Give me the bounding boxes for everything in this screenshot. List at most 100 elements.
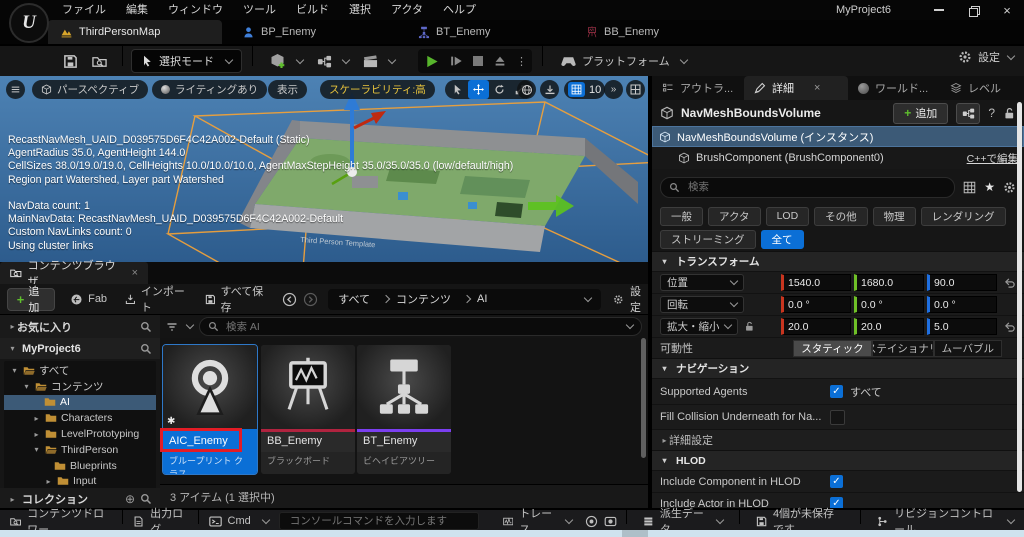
chip-lod[interactable]: LOD xyxy=(765,206,810,226)
frame-skip-button[interactable] xyxy=(445,49,467,73)
asset-search-input[interactable] xyxy=(224,319,616,334)
help-icon[interactable]: ? xyxy=(988,106,995,120)
blueprints-dropdown[interactable] xyxy=(310,49,356,73)
select-mode-dropdown[interactable]: 選択モード xyxy=(131,49,242,73)
location-dropdown[interactable]: 位置 xyxy=(660,274,744,291)
tree-item-thirdperson[interactable]: ▾ ThirdPerson xyxy=(4,442,156,458)
unsaved-changes-button[interactable]: 4個が未保存です xyxy=(746,508,854,536)
tab-bp-enemy[interactable]: BP_Enemy xyxy=(230,20,398,44)
chip-general[interactable]: 一般 xyxy=(660,206,703,226)
mobility-movable[interactable]: ムーバブル xyxy=(933,339,1002,357)
section-transform[interactable]: ▾ トランスフォーム xyxy=(652,251,1024,271)
asset-grid-scrollbar[interactable] xyxy=(641,338,646,458)
favorites-star-icon[interactable]: ★ xyxy=(984,180,995,194)
details-search-input[interactable] xyxy=(686,180,947,194)
menu-window[interactable]: ウィンドウ xyxy=(158,0,233,20)
breadcrumb-ai[interactable]: AI xyxy=(477,293,487,305)
filter-dropdown[interactable] xyxy=(166,320,195,333)
level-viewport[interactable]: Third Person Template RecastNavMesh_UAID… xyxy=(0,76,648,262)
menu-actor[interactable]: アクタ xyxy=(381,0,433,20)
unreal-logo[interactable]: U xyxy=(9,3,49,43)
asset-search-box[interactable] xyxy=(199,317,642,336)
asset-tile-bb-enemy[interactable]: BB_Enemy ブラックボード xyxy=(261,345,355,474)
scale-z-field[interactable]: 5.0 xyxy=(927,318,997,335)
play-button[interactable] xyxy=(420,49,443,73)
add-collection-icon[interactable]: ⊕ xyxy=(125,492,135,506)
tree-search-icon[interactable] xyxy=(140,343,152,355)
scale-lock-icon[interactable] xyxy=(744,321,755,332)
tab-thirdpersonmap[interactable]: ThirdPersonMap xyxy=(48,20,222,44)
console-command-input[interactable] xyxy=(287,514,470,528)
component-row-brush[interactable]: BrushComponent (BrushComponent0) C++で編集 xyxy=(652,147,1024,169)
browse-content-button[interactable] xyxy=(85,49,114,73)
details-settings-icon[interactable] xyxy=(1003,181,1016,194)
chip-streaming[interactable]: ストリーミング xyxy=(660,229,756,249)
rotation-x-field[interactable]: 0.0 ° xyxy=(781,296,851,313)
minimize-button[interactable] xyxy=(922,0,956,20)
section-navigation[interactable]: ▾ ナビゲーション xyxy=(652,358,1024,378)
asset-tile-bt-enemy[interactable]: BT_Enemy ビヘイビアツリー xyxy=(357,345,451,474)
tab-bb-enemy[interactable]: BB_Enemy xyxy=(574,20,734,44)
cinematics-dropdown[interactable] xyxy=(356,49,402,73)
import-button[interactable]: インポート xyxy=(118,286,194,314)
location-z-field[interactable]: 90.0 xyxy=(927,274,997,291)
menu-tools[interactable]: ツール xyxy=(233,0,286,20)
derived-data-dropdown[interactable]: 派生データ xyxy=(633,508,733,536)
save-all-button[interactable]: すべて保存 xyxy=(198,286,273,314)
show-dropdown[interactable]: 表示 xyxy=(268,80,307,99)
fab-button[interactable]: Fab xyxy=(63,287,114,311)
scale-x-field[interactable]: 20.0 xyxy=(781,318,851,335)
location-y-field[interactable]: 1680.0 xyxy=(854,274,924,291)
cmd-dropdown[interactable]: Cmd xyxy=(199,510,279,532)
snapshot-icon[interactable] xyxy=(604,515,617,528)
select-tool[interactable] xyxy=(447,80,468,99)
supported-agents-checkbox[interactable]: ✓ xyxy=(830,385,843,398)
tab-bt-enemy[interactable]: BT_Enemy xyxy=(406,20,566,44)
breadcrumb-all[interactable]: すべて xyxy=(338,291,370,307)
close-tab-icon[interactable]: × xyxy=(132,267,138,279)
move-tool[interactable] xyxy=(468,80,489,99)
trace-dropdown[interactable]: トレース xyxy=(493,508,583,536)
content-browser-tab[interactable]: コンテンツブラウザ × xyxy=(0,260,148,288)
output-log-button[interactable]: 出力ログ xyxy=(123,508,198,536)
world-coordinate-toggle[interactable] xyxy=(517,80,536,99)
blueprint-edit-button[interactable] xyxy=(956,102,981,124)
view-mode-dropdown[interactable]: ライティングあり xyxy=(152,80,268,99)
chip-rendering[interactable]: レンダリング xyxy=(920,206,1006,226)
play-options-kebab[interactable]: ⋮ xyxy=(513,49,530,73)
project-root-row[interactable]: ▾ MyProject6 xyxy=(0,338,160,359)
rotation-y-field[interactable]: 0.0 ° xyxy=(854,296,924,313)
cb-settings-dropdown[interactable]: 設定 xyxy=(613,283,648,315)
row-advanced[interactable]: ▸ 詳細設定 xyxy=(652,429,1024,450)
toolbar-overflow-button[interactable]: » xyxy=(604,80,623,99)
rotate-tool[interactable] xyxy=(489,80,510,99)
perspective-dropdown[interactable]: パースペクティブ xyxy=(32,80,149,99)
scale-dropdown[interactable]: 拡大・縮小 xyxy=(660,318,738,335)
component-row-instance[interactable]: NavMeshBoundsVolume (インスタンス) xyxy=(652,126,1024,147)
include-component-checkbox[interactable]: ✓ xyxy=(830,475,843,488)
tab-outliner[interactable]: アウトラ... xyxy=(652,76,744,100)
mobility-static[interactable]: スタティック xyxy=(793,339,872,357)
tab-details[interactable]: 詳細 × xyxy=(744,76,848,100)
chip-physics[interactable]: 物理 xyxy=(872,206,916,226)
tab-levels[interactable]: レベル xyxy=(940,76,1024,100)
tree-item-all[interactable]: ▾ すべて xyxy=(4,363,156,379)
fill-collision-checkbox[interactable] xyxy=(830,409,845,425)
add-actor-dropdown[interactable] xyxy=(263,49,310,73)
maximize-button[interactable] xyxy=(956,0,990,20)
add-component-button[interactable]: + 追加 xyxy=(893,102,949,124)
revision-control-dropdown[interactable]: リビジョンコントロール xyxy=(867,508,1024,536)
tree-item-ai[interactable]: AI xyxy=(4,394,156,411)
surface-snap-toggle[interactable] xyxy=(540,80,559,99)
grid-snap-group[interactable]: 10 xyxy=(564,80,606,99)
breadcrumb-content[interactable]: コンテンツ xyxy=(396,291,451,307)
content-drawer-button[interactable]: コンテンツドロワー xyxy=(0,508,122,536)
collections-search-icon[interactable] xyxy=(140,493,152,505)
tab-world-settings[interactable]: ワールド... xyxy=(848,76,940,100)
menu-file[interactable]: ファイル xyxy=(52,0,116,20)
details-scrollbar[interactable] xyxy=(1017,102,1022,492)
scalability-badge[interactable]: スケーラビリティ:高 xyxy=(320,80,435,99)
scale-y-field[interactable]: 20.0 xyxy=(854,318,924,335)
reset-scale-icon[interactable] xyxy=(1004,321,1016,333)
stop-button[interactable] xyxy=(469,49,487,73)
